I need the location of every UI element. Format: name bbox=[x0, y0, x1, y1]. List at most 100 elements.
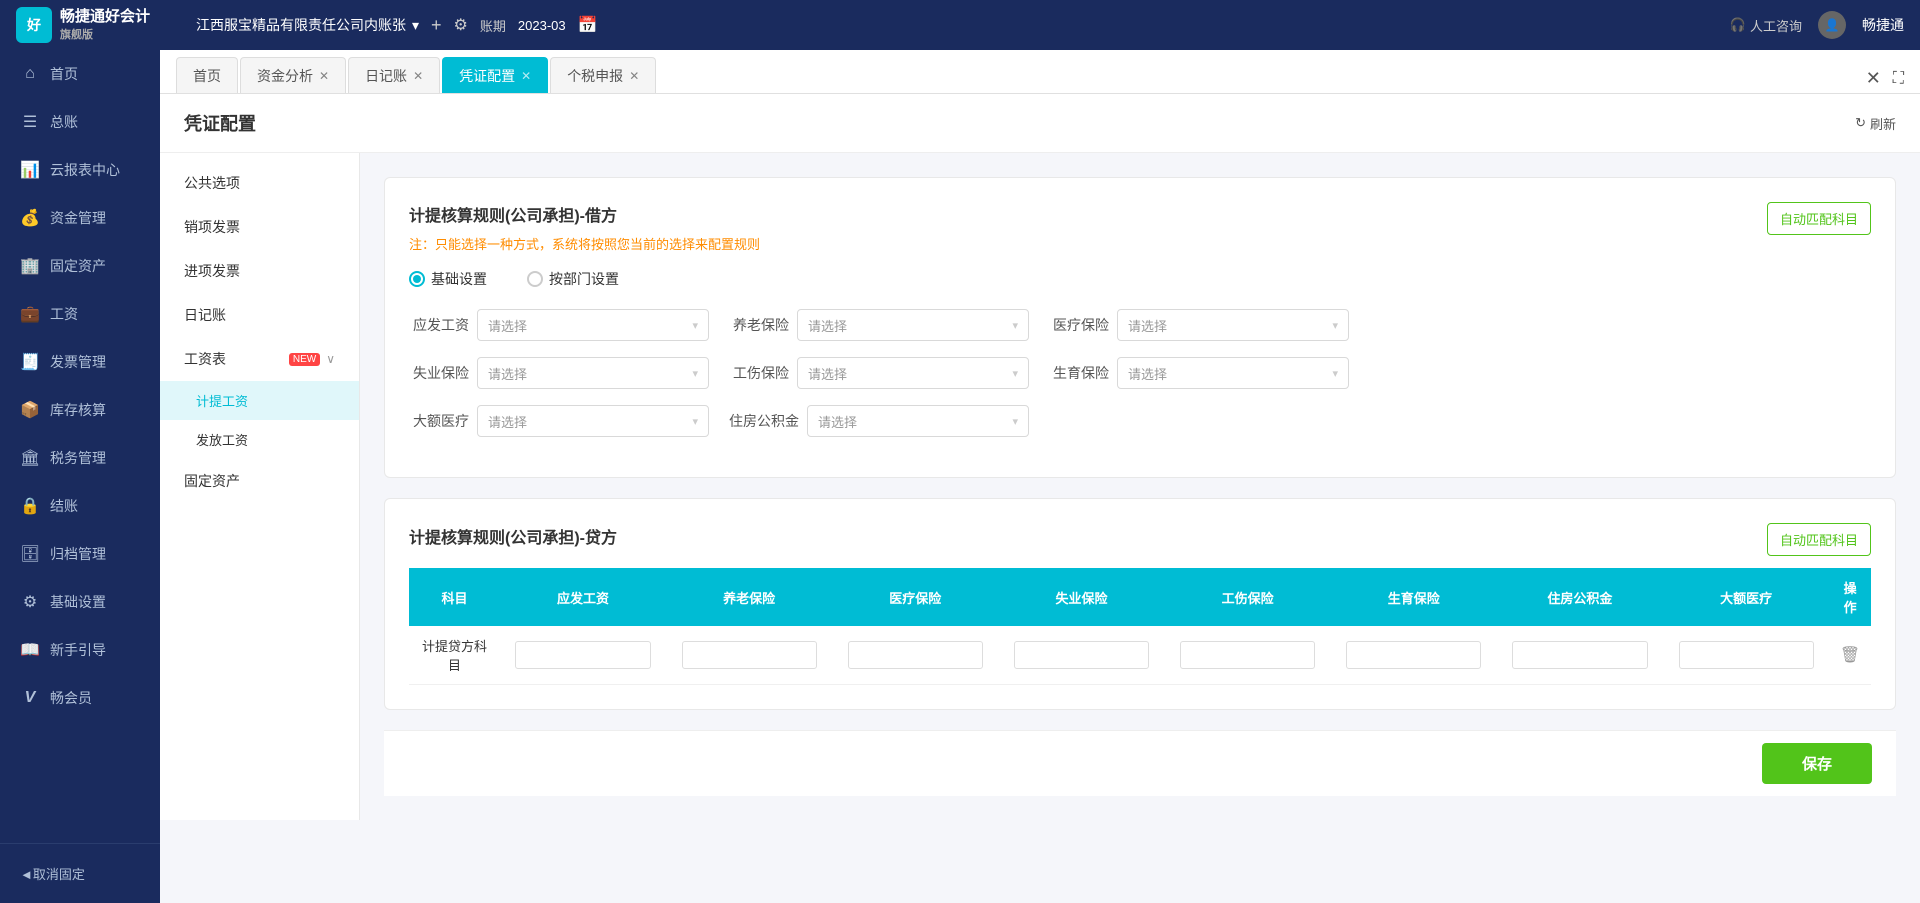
field-injury: 工伤保险 请选择 ▾ bbox=[729, 357, 1029, 389]
select-pension[interactable]: 请选择 ▾ bbox=[797, 309, 1029, 341]
support-btn[interactable]: 🎧 人工咨询 bbox=[1730, 16, 1802, 35]
tab-tax-close[interactable]: ✕ bbox=[629, 69, 639, 83]
left-menu-pay-salary[interactable]: 发放工资 bbox=[160, 420, 359, 459]
select-medical-placeholder: 请选择 bbox=[1128, 316, 1167, 335]
input-housing[interactable] bbox=[1512, 641, 1647, 669]
cell-pension-input[interactable] bbox=[666, 626, 832, 685]
tab-capital[interactable]: 资金分析 ✕ bbox=[240, 57, 346, 93]
select-medical[interactable]: 请选择 ▾ bbox=[1117, 309, 1349, 341]
tab-journal-close[interactable]: ✕ bbox=[413, 69, 423, 83]
sidebar-item-salary[interactable]: 💼 工资 bbox=[0, 290, 160, 338]
cell-housing-input[interactable] bbox=[1497, 626, 1663, 685]
save-button[interactable]: 保存 bbox=[1762, 743, 1872, 784]
cell-delete[interactable]: 🗑 bbox=[1829, 626, 1871, 685]
cell-unemployment-input[interactable] bbox=[998, 626, 1164, 685]
sidebar-label-settings: 基础设置 bbox=[50, 592, 106, 612]
input-maternity[interactable] bbox=[1346, 641, 1481, 669]
sidebar-item-tax[interactable]: 🏛 税务管理 bbox=[0, 434, 160, 482]
tab-bar-actions: ✕ ⛶ bbox=[1866, 68, 1904, 93]
tab-voucher-close[interactable]: ✕ bbox=[521, 69, 531, 83]
left-menu-public[interactable]: 公共选项 bbox=[160, 161, 359, 205]
tab-voucher[interactable]: 凭证配置 ✕ bbox=[442, 57, 548, 93]
sidebar-label-inventory: 库存核算 bbox=[50, 400, 106, 420]
company-selector[interactable]: 江西服宝精品有限责任公司内账张 ▾ bbox=[196, 15, 419, 35]
select-unemployment[interactable]: 请选择 ▾ bbox=[477, 357, 709, 389]
left-menu-purchase[interactable]: 进项发票 bbox=[160, 249, 359, 293]
sidebar-item-reports[interactable]: 📊 云报表中心 bbox=[0, 146, 160, 194]
top-bar: 好 畅捷通好会计 旗舰版 江西服宝精品有限责任公司内账张 ▾ + ⚙ 账期 20… bbox=[0, 0, 1920, 50]
sidebar-item-ledger[interactable]: ☰ 总账 bbox=[0, 98, 160, 146]
cancel-fixed-btn[interactable]: ◄取消固定 bbox=[0, 854, 160, 893]
calendar-icon[interactable]: 📅 bbox=[578, 15, 598, 35]
refresh-label: 刷新 bbox=[1870, 114, 1896, 133]
debit-auto-match-btn[interactable]: 自动匹配科目 bbox=[1767, 202, 1871, 235]
tab-close-icon[interactable]: ✕ bbox=[1866, 68, 1881, 89]
sidebar-item-vip[interactable]: V 畅会员 bbox=[0, 674, 160, 722]
left-menu-fixed-assets-label: 固定资产 bbox=[184, 473, 240, 489]
tab-tax[interactable]: 个税申报 ✕ bbox=[550, 57, 656, 93]
select-large-medical[interactable]: 请选择 ▾ bbox=[477, 405, 709, 437]
left-menu-sales[interactable]: 销项发票 bbox=[160, 205, 359, 249]
input-large-medical[interactable] bbox=[1679, 641, 1814, 669]
left-menu-fixed-assets[interactable]: 固定资产 bbox=[160, 459, 359, 503]
credit-table: 科目 应发工资 养老保险 医疗保险 失业保险 工伤保险 生育保险 住房公积金 大… bbox=[409, 568, 1871, 685]
input-injury[interactable] bbox=[1180, 641, 1315, 669]
cancel-fixed-label: ◄取消固定 bbox=[20, 864, 85, 883]
tab-capital-close[interactable]: ✕ bbox=[319, 69, 329, 83]
avatar[interactable]: 👤 bbox=[1818, 11, 1846, 39]
tab-voucher-label: 凭证配置 bbox=[459, 66, 515, 86]
add-icon[interactable]: + bbox=[431, 15, 442, 36]
select-large-medical-arrow: ▾ bbox=[692, 415, 698, 428]
table-header-row: 科目 应发工资 养老保险 医疗保险 失业保险 工伤保险 生育保险 住房公积金 大… bbox=[409, 568, 1871, 626]
left-panel: 公共选项 销项发票 进项发票 日记账 工资表 NEW bbox=[160, 153, 360, 820]
sidebar-item-close[interactable]: 🔒 结账 bbox=[0, 482, 160, 530]
select-salary[interactable]: 请选择 ▾ bbox=[477, 309, 709, 341]
left-menu-calc-salary[interactable]: 计提工资 bbox=[160, 381, 359, 420]
input-unemployment[interactable] bbox=[1014, 641, 1149, 669]
cell-salary-input[interactable] bbox=[500, 626, 666, 685]
input-pension[interactable] bbox=[682, 641, 817, 669]
cell-injury-input[interactable] bbox=[1165, 626, 1331, 685]
select-housing-fund-arrow: ▾ bbox=[1012, 415, 1018, 428]
inventory-icon: 📦 bbox=[20, 400, 40, 420]
fullscreen-icon[interactable]: ⛶ bbox=[1893, 70, 1904, 88]
sidebar-item-home[interactable]: ⌂ 首页 bbox=[0, 50, 160, 98]
credit-auto-match-btn[interactable]: 自动匹配科目 bbox=[1767, 523, 1871, 556]
dropdown-arrow-icon: ▾ bbox=[412, 17, 419, 34]
assets-icon: 🏢 bbox=[20, 256, 40, 276]
settings-icon[interactable]: ⚙ bbox=[454, 15, 468, 35]
table-row: 计提贷方科目 🗑 bbox=[409, 626, 1871, 685]
sidebar-label-capital: 资金管理 bbox=[50, 208, 106, 228]
left-menu-purchase-label: 进项发票 bbox=[184, 263, 240, 279]
left-menu-journal[interactable]: 日记账 bbox=[160, 293, 359, 337]
select-housing-fund[interactable]: 请选择 ▾ bbox=[807, 405, 1029, 437]
left-menu-salary-table[interactable]: 工资表 NEW ∨ bbox=[160, 337, 359, 381]
radio-basic[interactable]: 基础设置 bbox=[409, 269, 487, 289]
select-salary-placeholder: 请选择 bbox=[488, 316, 527, 335]
tab-journal[interactable]: 日记账 ✕ bbox=[348, 57, 440, 93]
select-maternity[interactable]: 请选择 ▾ bbox=[1117, 357, 1349, 389]
sidebar-item-capital[interactable]: 💰 资金管理 bbox=[0, 194, 160, 242]
col-subject: 科目 bbox=[409, 568, 500, 626]
radio-group: 基础设置 按部门设置 bbox=[409, 269, 1871, 289]
sidebar-item-invoice[interactable]: 🧾 发票管理 bbox=[0, 338, 160, 386]
sidebar-item-inventory[interactable]: 📦 库存核算 bbox=[0, 386, 160, 434]
reports-icon: 📊 bbox=[20, 160, 40, 180]
input-salary[interactable] bbox=[515, 641, 650, 669]
invoice-icon: 🧾 bbox=[20, 352, 40, 372]
sidebar-item-guide[interactable]: 📖 新手引导 bbox=[0, 626, 160, 674]
refresh-btn[interactable]: ↻ 刷新 bbox=[1855, 114, 1896, 133]
cell-maternity-input[interactable] bbox=[1331, 626, 1497, 685]
radio-basic-label: 基础设置 bbox=[431, 269, 487, 289]
cell-large-medical-input[interactable] bbox=[1663, 626, 1829, 685]
sidebar-item-settings[interactable]: ⚙ 基础设置 bbox=[0, 578, 160, 626]
input-medical[interactable] bbox=[848, 641, 983, 669]
select-injury[interactable]: 请选择 ▾ bbox=[797, 357, 1029, 389]
tab-home[interactable]: 首页 bbox=[176, 57, 238, 93]
sidebar-item-archive[interactable]: 🗄 归档管理 bbox=[0, 530, 160, 578]
delete-icon[interactable]: 🗑 bbox=[1840, 647, 1860, 664]
sidebar-item-assets[interactable]: 🏢 固定资产 bbox=[0, 242, 160, 290]
right-panel: 计提核算规则(公司承担)-借方 注：只能选择一种方式，系统将按照您当前的选择来配… bbox=[360, 153, 1920, 820]
radio-dept[interactable]: 按部门设置 bbox=[527, 269, 619, 289]
cell-medical-input[interactable] bbox=[832, 626, 998, 685]
